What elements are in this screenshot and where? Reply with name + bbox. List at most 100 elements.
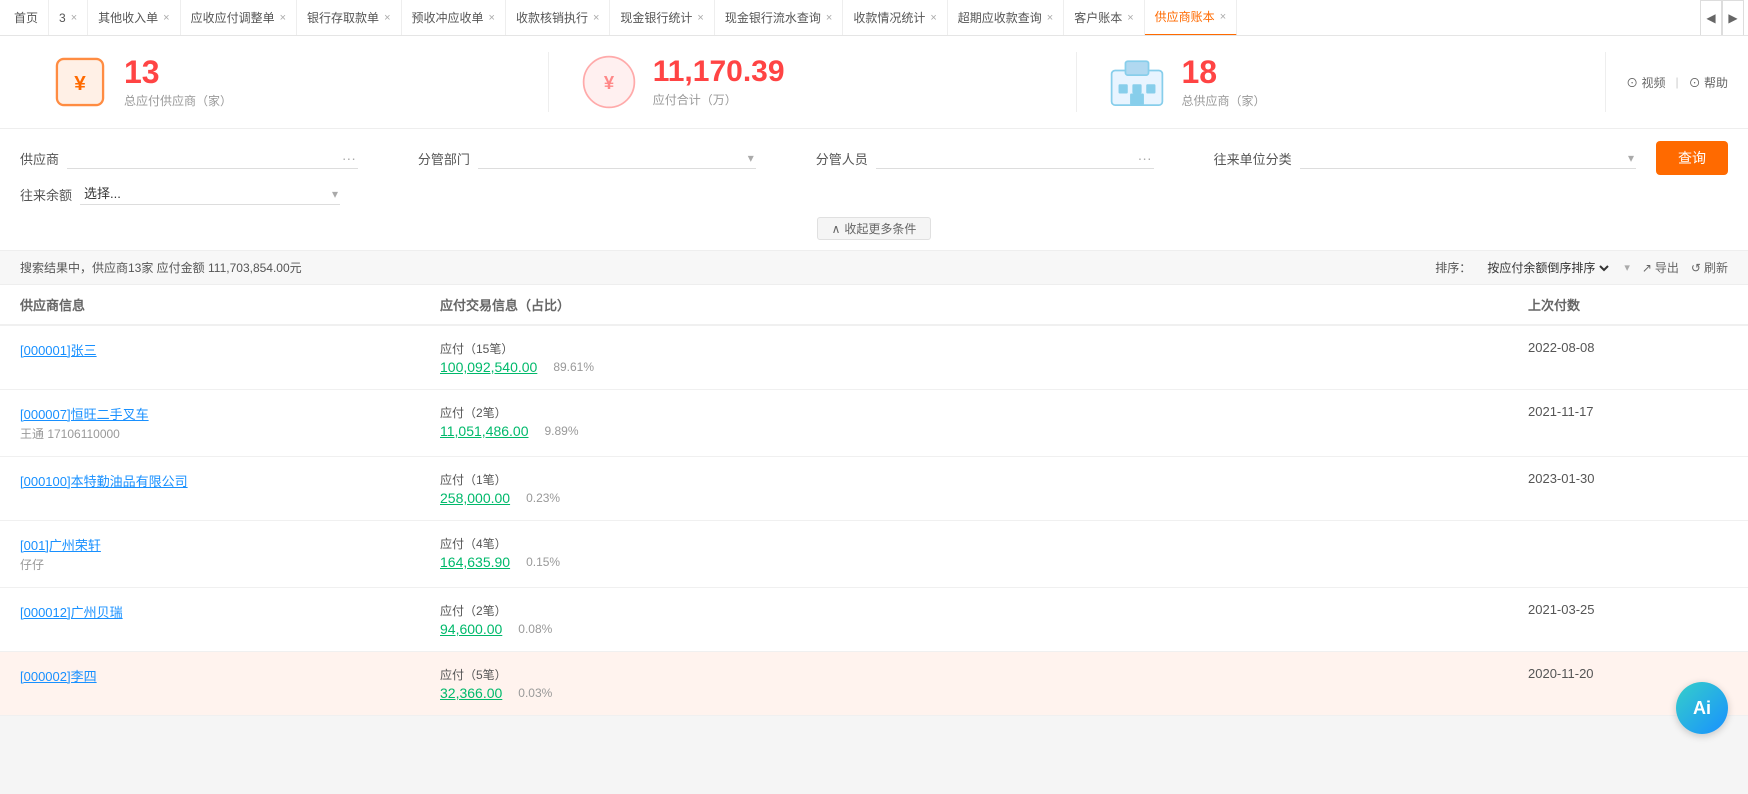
supplier-link-5[interactable]: [000012]广州贝瑞 — [20, 602, 440, 621]
supplier-info-6: [000002]李四 — [20, 666, 440, 685]
refresh-label: 刷新 — [1704, 259, 1728, 276]
supplier-info-1: [000001]张三 — [20, 340, 440, 359]
ai-label: Ai — [1693, 698, 1711, 719]
nav-tab-supplier-account-close[interactable]: × — [1220, 11, 1226, 23]
last-pay-date-5: 2021-03-25 — [1528, 602, 1595, 617]
trans-amount-2[interactable]: 11,051,486.00 — [440, 423, 529, 439]
col-header-transaction: 应付交易信息（占比） — [440, 295, 1528, 314]
nav-next-arrow[interactable]: ▶ — [1722, 0, 1744, 36]
supplier-input[interactable] — [67, 147, 358, 168]
result-bar: 搜索结果中，供应商13家 应付金额 111,703,854.00元 排序： 按应… — [0, 251, 1748, 285]
supplier-link-3[interactable]: [000100]本特勤油品有限公司 — [20, 471, 440, 490]
nav-tab-overdue-query-close[interactable]: × — [1047, 12, 1053, 24]
trans-pct-1: 89.61% — [553, 360, 594, 374]
nav-tab-cash-bank-flow[interactable]: 现金银行流水查询 × — [715, 0, 843, 36]
dept-select[interactable] — [478, 147, 756, 168]
unit-class-select[interactable] — [1300, 147, 1636, 168]
trans-label-2: 应付（2笔） — [440, 404, 1528, 421]
trans-row-5: 94,600.00 0.08% — [440, 621, 1528, 637]
query-button[interactable]: 查询 — [1656, 141, 1728, 175]
export-button[interactable]: ↗ 导出 — [1642, 259, 1679, 276]
nav-tab-advance-collection[interactable]: 预收冲应收单 × — [402, 0, 506, 36]
person-input[interactable] — [876, 147, 1154, 168]
trans-amount-6[interactable]: 32,366.00 — [440, 685, 502, 701]
payable-suppliers-label: 总应付供应商（家） — [124, 92, 232, 109]
supplier-link-6[interactable]: [000002]李四 — [20, 666, 440, 685]
trans-pct-3: 0.23% — [526, 491, 560, 505]
nav-tab-ap-adjustment-close[interactable]: × — [280, 12, 286, 24]
nav-tab-collection-stat[interactable]: 收款情况统计 × — [843, 0, 947, 36]
balance-select[interactable]: 选择... — [80, 183, 340, 204]
nav-tab-customer-account[interactable]: 客户账本 × — [1064, 0, 1144, 36]
supplier-link-1[interactable]: [000001]张三 — [20, 340, 440, 359]
nav-tab-advance-collection-close[interactable]: × — [489, 12, 495, 24]
dept-select-wrap: ▾ — [478, 147, 756, 169]
nav-tab-3[interactable]: 3 × — [49, 0, 88, 36]
nav-tab-customer-account-close[interactable]: × — [1127, 12, 1133, 24]
nav-tab-cash-bank-flow-label: 现金银行流水查询 — [725, 9, 821, 26]
person-field: 分管人员 ··· — [816, 147, 1154, 169]
refresh-button[interactable]: ↺ 刷新 — [1691, 259, 1728, 276]
sort-select[interactable]: 按应付余额倒序排序 — [1483, 260, 1612, 276]
supplier-input-wrap: ··· — [67, 147, 358, 169]
nav-prev-arrow[interactable]: ◀ — [1700, 0, 1722, 36]
table-row: [000002]李四 应付（5笔） 32,366.00 0.03% 2020-1… — [0, 652, 1748, 716]
summary-item-payable-suppliers: ¥ 13 总应付供应商（家） — [20, 52, 549, 112]
trans-pct-2: 9.89% — [545, 424, 579, 438]
refresh-icon: ↺ — [1691, 261, 1701, 275]
supplier-info-5: [000012]广州贝瑞 — [20, 602, 440, 621]
trans-pct-4: 0.15% — [526, 555, 560, 569]
sort-chevron-icon: ▾ — [1624, 261, 1630, 274]
total-payable-amount: 11,170.39 — [653, 57, 785, 87]
trans-amount-4[interactable]: 164,635.90 — [440, 554, 510, 570]
trans-amount-3[interactable]: 258,000.00 — [440, 490, 510, 506]
nav-tab-overdue-query[interactable]: 超期应收款查询 × — [948, 0, 1064, 36]
video-link[interactable]: ⊙ 视频 — [1626, 74, 1665, 91]
trans-pct-6: 0.03% — [518, 686, 552, 700]
nav-tab-collection-stat-label: 收款情况统计 — [853, 9, 925, 26]
collapse-button[interactable]: ∧ 收起更多条件 — [817, 217, 932, 240]
person-dots-btn[interactable]: ··· — [1138, 150, 1152, 166]
nav-tab-advance-collection-label: 预收冲应收单 — [412, 9, 484, 26]
search-bar: 供应商 ··· 分管部门 ▾ 分管人员 — [0, 129, 1748, 251]
last-pay-date-2: 2021-11-17 — [1528, 404, 1594, 419]
summary-item-total-payable: ¥ 11,170.39 应付合计（万） — [549, 52, 1078, 112]
nav-tab-bank-deposit-close[interactable]: × — [384, 12, 390, 24]
nav-tab-cash-bank-stat-label: 现金银行统计 — [620, 9, 692, 26]
summary-text-total-suppliers: 18 总供应商（家） — [1181, 56, 1265, 109]
trans-label-4: 应付（4笔） — [440, 535, 1528, 552]
summary-help-links: ⊙ 视频 | ⊙ 帮助 — [1606, 74, 1728, 91]
supplier-link-4[interactable]: [001]广州荣轩 — [20, 535, 440, 554]
nav-tab-cash-bank-flow-close[interactable]: × — [826, 12, 832, 24]
balance-label: 往来余额 — [20, 185, 72, 204]
ai-assistant-button[interactable]: Ai — [1676, 682, 1728, 734]
nav-tab-receivable-exec-close[interactable]: × — [593, 12, 599, 24]
nav-tab-supplier-account[interactable]: 供应商账本 × — [1145, 0, 1237, 36]
summary-text-payable-suppliers: 13 总应付供应商（家） — [124, 56, 232, 109]
trans-amount-1[interactable]: 100,092,540.00 — [440, 359, 537, 375]
trans-label-1: 应付（15笔） — [440, 340, 1528, 357]
trans-amount-5[interactable]: 94,600.00 — [440, 621, 502, 637]
nav-tab-home[interactable]: 首页 — [4, 0, 49, 36]
svg-text:¥: ¥ — [74, 72, 86, 95]
supplier-contact-2: 王通 17106110000 — [20, 425, 440, 442]
nav-tab-cash-bank-stat[interactable]: 现金银行统计 × — [610, 0, 714, 36]
table-row: [000001]张三 应付（15笔） 100,092,540.00 89.61%… — [0, 326, 1748, 390]
supplier-field: 供应商 ··· — [20, 147, 358, 169]
supplier-dots-btn[interactable]: ··· — [342, 150, 356, 166]
col-header-last-pay: 上次付数 — [1528, 295, 1728, 314]
nav-tab-receivable-exec[interactable]: 收款核销执行 × — [506, 0, 610, 36]
nav-tab-other-income[interactable]: 其他收入单 × — [88, 0, 180, 36]
balance-field: 往来余额 选择... ▾ — [20, 183, 340, 205]
nav-tab-ap-adjustment[interactable]: 应收应付调整单 × — [181, 0, 297, 36]
nav-tab-3-close[interactable]: × — [71, 12, 77, 24]
nav-tab-other-income-close[interactable]: × — [163, 12, 169, 24]
help-link[interactable]: ⊙ 帮助 — [1689, 74, 1728, 91]
collapse-bar: ∧ 收起更多条件 — [20, 213, 1728, 242]
dept-label: 分管部门 — [418, 149, 470, 168]
nav-tab-bank-deposit[interactable]: 银行存取款单 × — [297, 0, 401, 36]
balance-select-wrap: 选择... ▾ — [80, 183, 340, 205]
supplier-link-2[interactable]: [000007]恒旺二手叉车 — [20, 404, 440, 423]
nav-tab-cash-bank-stat-close[interactable]: × — [697, 12, 703, 24]
nav-tab-collection-stat-close[interactable]: × — [930, 12, 936, 24]
